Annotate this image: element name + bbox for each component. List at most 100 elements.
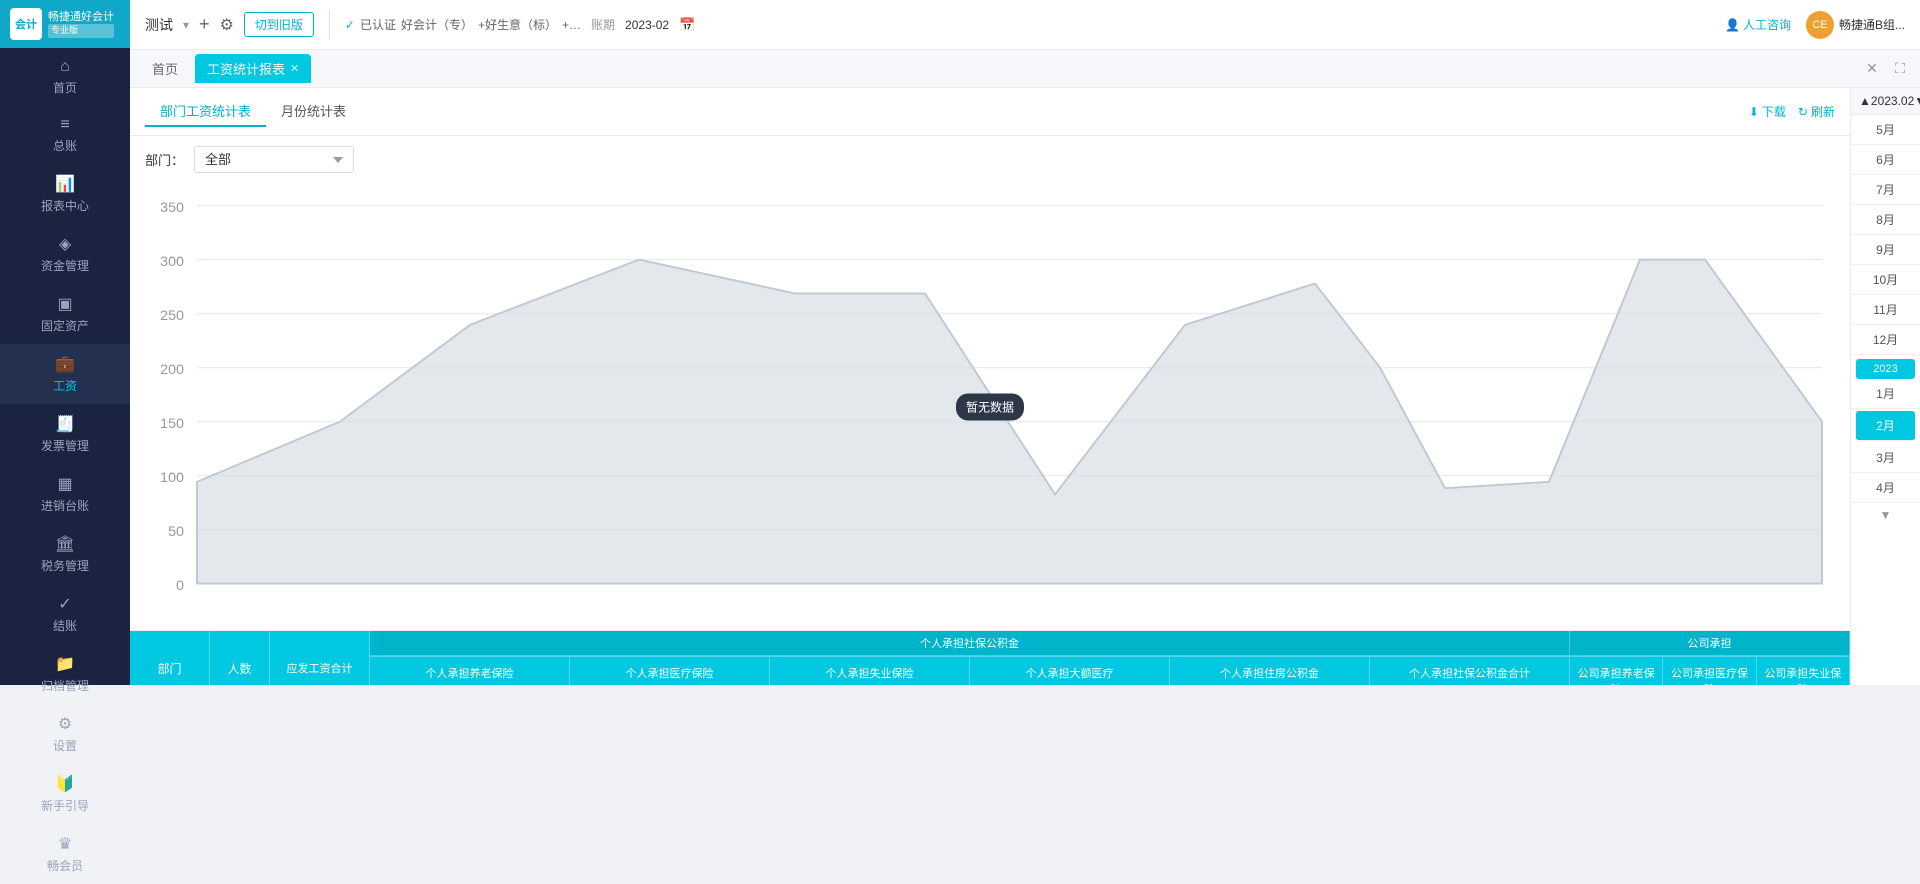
username: 畅捷通B组...: [1839, 16, 1905, 33]
group-company: 公司承担 公司承担养老保险 公司承担医疗保险 公司承担失业保险: [1570, 631, 1850, 685]
download-button[interactable]: ⬇ 下载: [1749, 103, 1786, 120]
filter-row: 部门： 全部 部门1 部门2: [130, 136, 1850, 183]
topbar-add-button[interactable]: +: [199, 14, 210, 35]
window-maximize-button[interactable]: ⛶: [1890, 59, 1910, 79]
vip-icon: ♛: [58, 834, 72, 854]
period-label: 账期: [591, 16, 615, 33]
logo-text: 畅捷通好会计 专业版: [48, 10, 114, 38]
settle-icon: ✓: [58, 594, 71, 614]
sidebar-item-settings[interactable]: ⚙ 设置: [0, 704, 130, 764]
help-icon: 👤: [1725, 18, 1740, 32]
sidebar-item-report[interactable]: 📊 报表中心: [0, 164, 130, 224]
download-icon: ⬇: [1749, 105, 1759, 119]
dept-filter-select[interactable]: 全部 部门1 部门2: [194, 146, 354, 173]
svg-text:200: 200: [160, 361, 184, 377]
rp-year-value: 2023.02: [1871, 94, 1914, 108]
topbar-divider: [329, 10, 330, 40]
rp-month-5[interactable]: 5月: [1851, 115, 1920, 145]
salary-icon: 💼: [55, 354, 75, 374]
rp-nav-bottom[interactable]: ▼: [1851, 503, 1920, 527]
sidebar-item-assets[interactable]: ▣ 固定资产: [0, 284, 130, 344]
svg-text:300: 300: [160, 253, 184, 269]
rp-month-12[interactable]: 12月: [1851, 325, 1920, 355]
rp-month-9[interactable]: 9月: [1851, 235, 1920, 265]
rp-month-11[interactable]: 11月: [1851, 295, 1920, 325]
app-logo: 会计 畅捷通好会计 专业版: [0, 0, 130, 48]
sidebar-item-ledger[interactable]: ≡ 总账: [0, 106, 130, 164]
svg-text:100: 100: [160, 469, 184, 485]
svg-text:0: 0: [176, 577, 184, 593]
sidebar-item-sales[interactable]: ▦ 进销台账: [0, 464, 130, 524]
rp-month-8[interactable]: 8月: [1851, 205, 1920, 235]
sidebar-item-salary[interactable]: 💼 工资: [0, 344, 130, 404]
th-company-medical: 公司承担医疗保险: [1663, 656, 1756, 685]
group-company-label: 公司承担: [1570, 631, 1850, 656]
th-personal-large-medical: 个人承担大额医疗: [970, 656, 1170, 685]
svg-text:50: 50: [168, 523, 184, 539]
rp-month-7[interactable]: 7月: [1851, 175, 1920, 205]
svg-text:150: 150: [160, 415, 184, 431]
tab-salary-report[interactable]: 工资统计报表 ✕: [195, 54, 311, 83]
subtabs: 部门工资统计表 月份统计表: [145, 96, 361, 127]
sidebar-item-tax[interactable]: 🏛 税务管理: [0, 524, 130, 584]
calendar-icon[interactable]: 📅: [679, 17, 695, 33]
rp-nav-up[interactable]: ▲: [1859, 94, 1871, 108]
filter-label: 部门：: [145, 150, 184, 169]
tabbar: 首页 工资统计报表 ✕ ✕ ⛶: [130, 50, 1920, 88]
sidebar-item-vip[interactable]: ♛ 畅会员: [0, 824, 130, 884]
sidebar-item-archive[interactable]: 📁 归档管理: [0, 644, 130, 704]
svg-text:350: 350: [160, 199, 184, 215]
topbar-settings-icon[interactable]: ⚙: [220, 15, 234, 35]
rp-year-header: ▲ 2023.02 ▼: [1851, 88, 1920, 115]
certified-label: 已认证: [360, 16, 396, 33]
rp-year-2023-label: 2023: [1856, 359, 1915, 379]
topbar-title: 测试: [145, 15, 173, 35]
sidebar-item-invoice[interactable]: 🧾 发票管理: [0, 404, 130, 464]
sidebar: 会计 畅捷通好会计 专业版 ⌂ 首页 ≡ 总账 📊 报表中心 ◈ 资金管理 ▣ …: [0, 0, 130, 685]
th-personal-total: 个人承担社保公积金合计: [1370, 656, 1570, 685]
refresh-button[interactable]: ↻ 刷新: [1798, 103, 1835, 120]
logo-icon: 会计: [10, 8, 42, 40]
report-icon: 📊: [55, 174, 75, 194]
right-panel: ▲ 2023.02 ▼ 5月 6月 7月 8月 9月 10月: [1850, 88, 1920, 685]
rp-month-6[interactable]: 6月: [1851, 145, 1920, 175]
rp-month-2-active[interactable]: 2月: [1856, 411, 1915, 441]
invoice-icon: 🧾: [55, 414, 75, 434]
archive-icon: 📁: [55, 654, 75, 674]
product-extra: +好生意（标）: [478, 16, 557, 33]
content-area: 部门工资统计表 月份统计表 ⬇ 下载 ↻ 刷新: [130, 88, 1850, 685]
settings-icon: ⚙: [58, 714, 72, 734]
group-personal-label: 个人承担社保公积金: [370, 631, 1570, 656]
group-personal: 个人承担社保公积金 个人承担养老保险 个人承担医疗保险 个人承担失业保险: [370, 631, 1570, 685]
th-company-unemployment: 公司承担失业保险: [1757, 656, 1850, 685]
tax-icon: 🏛: [55, 534, 75, 554]
user-menu[interactable]: CE 畅捷通B组...: [1806, 11, 1905, 39]
rp-month-3[interactable]: 3月: [1851, 443, 1920, 473]
rp-month-4[interactable]: 4月: [1851, 473, 1920, 503]
subtab-monthly[interactable]: 月份统计表: [266, 96, 361, 127]
sidebar-item-guide[interactable]: 🔰 新手引导: [0, 764, 130, 824]
table-header: 部门 人数 应发工资合计 个人承担社保公积金: [130, 631, 1850, 685]
sidebar-item-home[interactable]: ⌂ 首页: [0, 48, 130, 106]
sidebar-item-funds[interactable]: ◈ 资金管理: [0, 224, 130, 284]
period-value: 2023-02: [625, 18, 669, 32]
help-button[interactable]: 👤 人工咨询: [1725, 16, 1791, 33]
topbar: 测试 ▾ + ⚙ 切到旧版 ✓ 已认证 好会计（专） +好生意（标） +… 账期…: [130, 0, 1920, 50]
th-personal-unemployment: 个人承担失业保险: [770, 656, 970, 685]
th-total: 应发工资合计: [270, 631, 370, 685]
subtab-dept[interactable]: 部门工资统计表: [145, 96, 266, 127]
tab-home[interactable]: 首页: [140, 54, 190, 83]
rp-month-10[interactable]: 10月: [1851, 265, 1920, 295]
funds-icon: ◈: [59, 234, 71, 254]
th-personal-pension: 个人承担养老保险: [370, 656, 570, 685]
topbar-status: ✓ 已认证 好会计（专） +好生意（标） +…: [345, 16, 581, 33]
switch-to-old-button[interactable]: 切到旧版: [244, 12, 314, 37]
sidebar-item-settle[interactable]: ✓ 结账: [0, 584, 130, 644]
sales-icon: ▦: [57, 474, 72, 494]
tab-close-icon[interactable]: ✕: [290, 62, 299, 75]
window-close-button[interactable]: ✕: [1862, 59, 1882, 79]
rp-nav-down[interactable]: ▼: [1914, 94, 1920, 108]
rp-month-1[interactable]: 1月: [1851, 379, 1920, 409]
chart-svg: 350 300 250 200 150 100 50 0: [145, 193, 1835, 620]
th-personal-housing: 个人承担住房公积金: [1170, 656, 1370, 685]
